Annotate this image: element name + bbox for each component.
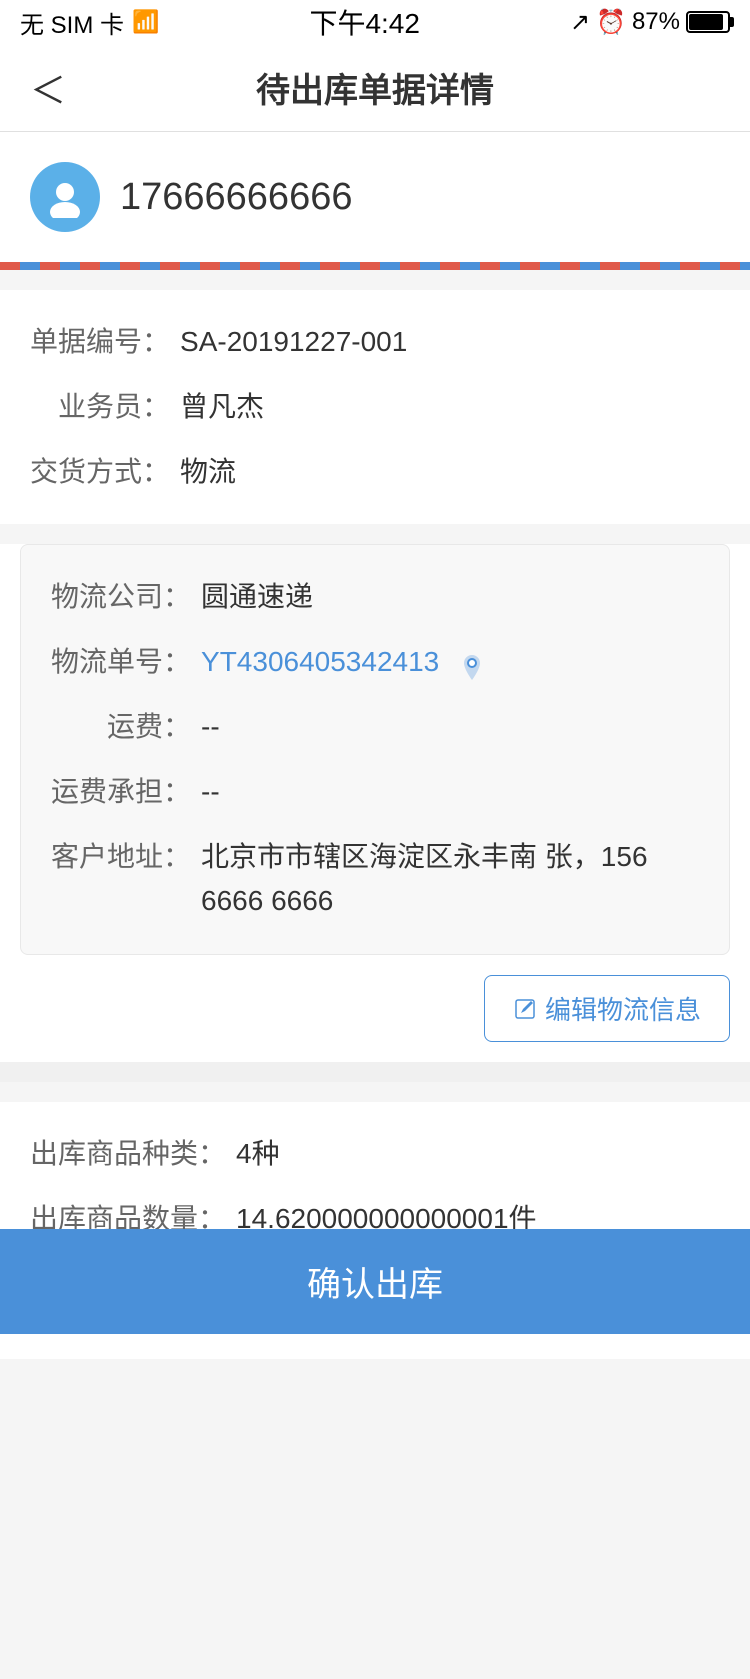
logistics-card: 物流公司： 圆通速递 物流单号： YT43064053424​13 bbox=[20, 544, 730, 955]
salesman-label: 业务员： bbox=[30, 385, 170, 430]
status-right: ↗ ⏰ 87% bbox=[570, 8, 730, 37]
delivery-label: 交货方式： bbox=[30, 450, 170, 495]
alarm-icon: ⏰ bbox=[596, 8, 626, 37]
wifi-icon: 📶 bbox=[132, 9, 159, 35]
doc-number-label: 单据编号： bbox=[30, 320, 170, 365]
location-status-icon: ↗ bbox=[570, 8, 590, 37]
avatar-icon bbox=[44, 176, 86, 218]
nav-bar: ＜ 待出库单据详情 bbox=[0, 44, 750, 132]
freight-bearer-value: -- bbox=[191, 770, 699, 815]
salesman-row: 业务员： 曾凡杰 bbox=[30, 385, 720, 430]
section-separator bbox=[0, 1062, 750, 1082]
freight-row: 运费： -- bbox=[51, 705, 699, 750]
page-title: 待出库单据详情 bbox=[256, 63, 494, 112]
outbound-type-value: 4种 bbox=[226, 1132, 720, 1177]
freight-label: 运费： bbox=[51, 705, 191, 750]
logistics-company-label: 物流公司： bbox=[51, 575, 191, 620]
tracking-location-icon[interactable] bbox=[457, 649, 487, 679]
freight-bearer-row: 运费承担： -- bbox=[51, 770, 699, 815]
battery-icon bbox=[686, 11, 730, 33]
dashed-divider bbox=[0, 262, 750, 270]
tracking-row: 物流单号： YT43064053424​13 bbox=[51, 640, 699, 685]
delivery-row: 交货方式： 物流 bbox=[30, 450, 720, 495]
customer-header: 17666666666 bbox=[0, 132, 750, 262]
doc-number-row: 单据编号： SA-20191227-001 bbox=[30, 320, 720, 365]
salesman-value: 曾凡杰 bbox=[170, 385, 720, 430]
delivery-value: 物流 bbox=[170, 450, 720, 495]
carrier-text: 无 SIM 卡 bbox=[20, 5, 124, 40]
status-time: 下午4:42 bbox=[309, 2, 420, 42]
outbound-type-label: 出库商品种类： bbox=[30, 1132, 226, 1177]
status-bar: 无 SIM 卡 📶 下午4:42 ↗ ⏰ 87% bbox=[0, 0, 750, 44]
logistics-company-row: 物流公司： 圆通速递 bbox=[51, 575, 699, 620]
customer-phone: 17666666666 bbox=[120, 176, 352, 219]
outbound-type-row: 出库商品种类： 4种 bbox=[30, 1132, 720, 1177]
edit-btn-row: 编辑物流信息 bbox=[20, 975, 730, 1042]
tracking-value: YT43064053424​13 bbox=[191, 640, 699, 685]
status-left: 无 SIM 卡 📶 bbox=[20, 5, 159, 40]
edit-logistics-label: 编辑物流信息 bbox=[545, 990, 701, 1027]
freight-bearer-label: 运费承担： bbox=[51, 770, 191, 815]
freight-value: -- bbox=[191, 705, 699, 750]
edit-logistics-button[interactable]: 编辑物流信息 bbox=[484, 975, 730, 1042]
edit-icon bbox=[513, 997, 537, 1021]
tracking-label: 物流单号： bbox=[51, 640, 191, 685]
empty-space bbox=[0, 1359, 750, 1559]
confirm-btn-container: 确认出库 bbox=[0, 1229, 750, 1334]
battery-percent: 87% bbox=[632, 8, 680, 36]
customer-avatar bbox=[30, 162, 100, 232]
address-label: 客户地址： bbox=[51, 835, 191, 880]
basic-info-section: 单据编号： SA-20191227-001 业务员： 曾凡杰 交货方式： 物流 bbox=[0, 290, 750, 524]
logistics-company-value: 圆通速递 bbox=[191, 575, 699, 620]
address-value: 北京市市辖区海淀区永丰南 张，156 6666 6666 bbox=[191, 835, 699, 925]
address-row: 客户地址： 北京市市辖区海淀区永丰南 张，156 6666 6666 bbox=[51, 835, 699, 925]
back-button[interactable]: ＜ bbox=[30, 62, 66, 114]
doc-number-value: SA-20191227-001 bbox=[170, 320, 720, 365]
confirm-outbound-button[interactable]: 确认出库 bbox=[307, 1257, 443, 1306]
